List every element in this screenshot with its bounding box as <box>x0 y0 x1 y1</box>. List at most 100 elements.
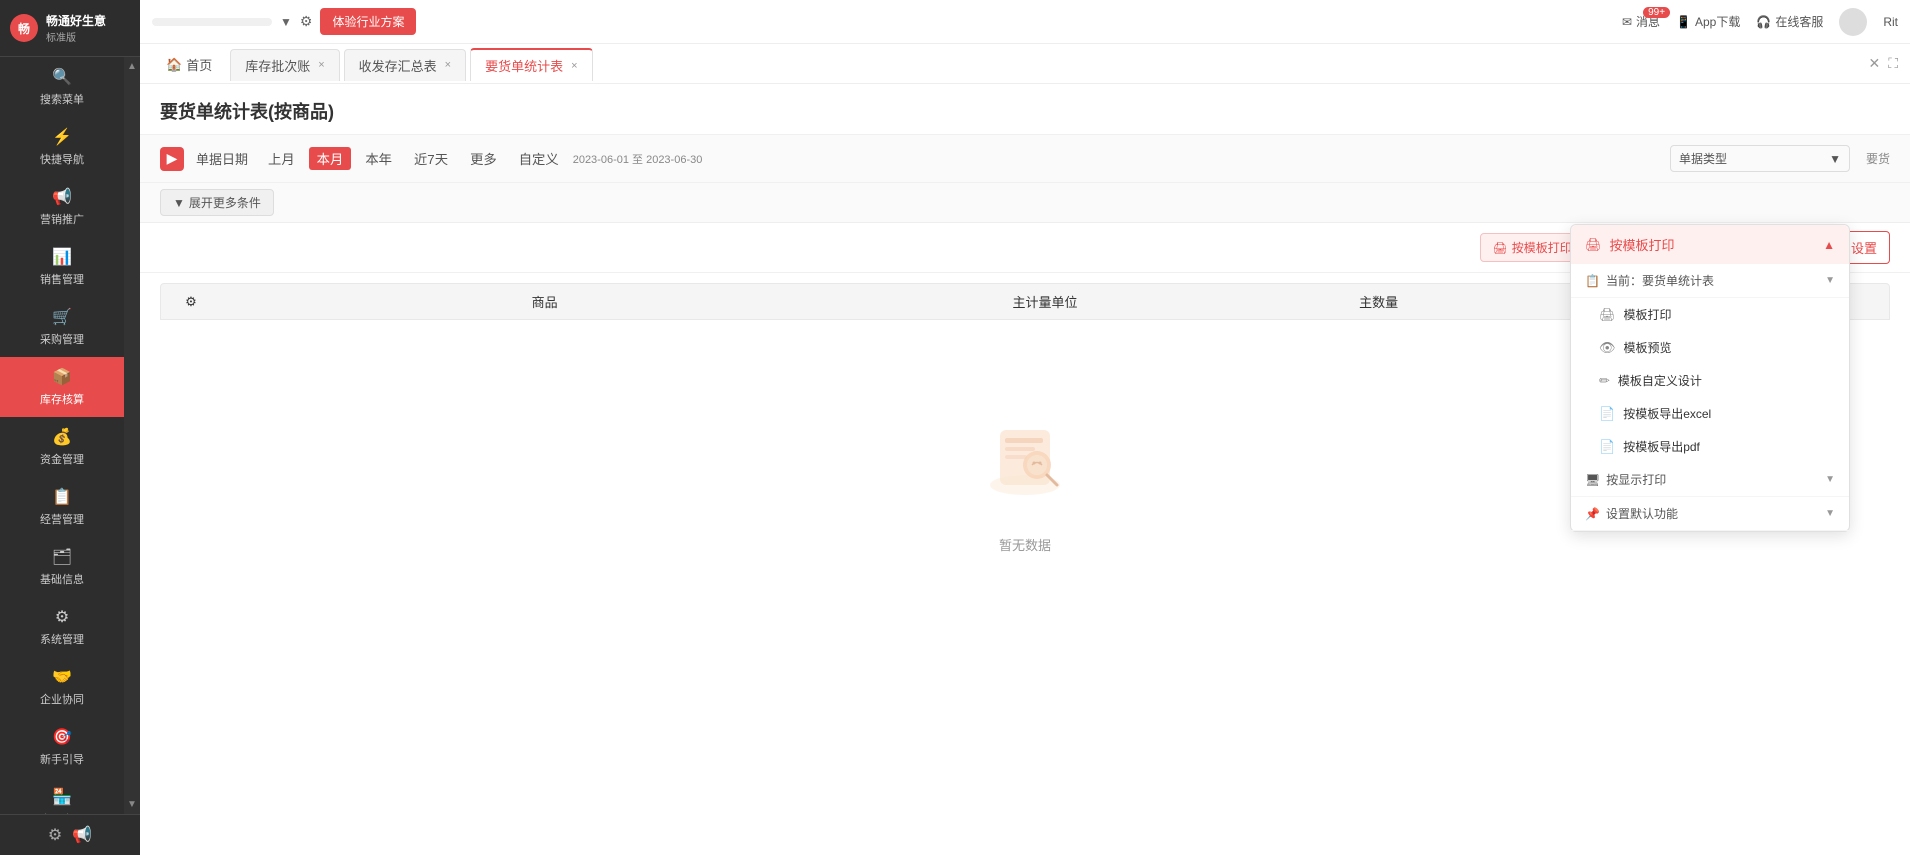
sidebar-item-label: 应用中心 <box>40 811 84 814</box>
sidebar-item-system[interactable]: ⚙ 系统管理 <box>0 597 124 657</box>
default-func-label: 设置默认功能 <box>1606 505 1678 522</box>
dropdown-default-section: 📌 设置默认功能 ▼ <box>1571 497 1849 531</box>
display-chevron-icon: ▼ <box>1825 474 1835 485</box>
tab-receipt-summary[interactable]: 收发存汇总表 × <box>344 49 466 81</box>
sidebar-item-collab[interactable]: 🤝 企业协同 <box>0 657 124 717</box>
message-icon: ✉ <box>1622 15 1632 29</box>
dropdown-item-template-print[interactable]: 🖨 模板打印 <box>1571 298 1849 331</box>
arrow-right-icon: ▶ <box>167 150 178 167</box>
sidebar-item-label: 快捷导航 <box>40 151 84 167</box>
dropdown-default-header[interactable]: 📌 设置默认功能 ▼ <box>1571 497 1849 530</box>
sidebar-item-finance[interactable]: 💰 资金管理 <box>0 417 124 477</box>
tab-batch-account[interactable]: 库存批次账 × <box>230 49 339 81</box>
online-service-label: 在线客服 <box>1775 13 1823 30</box>
sidebar-item-appstore[interactable]: 🏪 应用中心 <box>0 777 124 814</box>
sidebar-item-label: 采购管理 <box>40 331 84 347</box>
tab-batch-label: 库存批次账 <box>245 56 310 75</box>
default-chevron-icon: ▼ <box>1825 508 1835 519</box>
sidebar-item-quick-nav[interactable]: ⚡ 快捷导航 <box>0 117 124 177</box>
marketing-icon: 📢 <box>52 187 72 207</box>
system-icon: ⚙ <box>55 607 69 627</box>
sidebar-item-operations[interactable]: 📋 经营管理 <box>0 477 124 537</box>
sidebar-item-guide[interactable]: 🎯 新手引导 <box>0 717 124 777</box>
industry-btn[interactable]: 体验行业方案 <box>320 8 416 35</box>
template-preview-icon: 👁 <box>1599 340 1616 356</box>
app-name: 畅通好生意 <box>46 12 106 29</box>
app-edition: 标准版 <box>46 29 106 44</box>
close-window-icon[interactable]: ✕ <box>1868 55 1880 72</box>
dropdown-item-export-pdf[interactable]: 📄 按模板导出pdf <box>1571 430 1849 463</box>
dropdown-current-section: 📋 当前：要货单统计表 ▼ <box>1571 264 1849 298</box>
logo-icon: 畅 <box>10 14 38 42</box>
default-func-icon: 📌 <box>1585 507 1600 521</box>
tab-order-label: 要货单统计表 <box>485 56 563 75</box>
chevron-down-icon: ▼ <box>1825 275 1835 286</box>
message-btn[interactable]: ✉ 消息 99+ <box>1622 13 1660 30</box>
tab-actions: ✕ ⛶ <box>1868 55 1898 72</box>
dropdown-header[interactable]: 🖨 按模板打印 ▲ <box>1571 225 1849 264</box>
sidebar-item-purchase[interactable]: 🛒 采购管理 <box>0 297 124 357</box>
sidebar: 畅 畅通好生意 标准版 🔍 搜索菜单 ⚡ 快捷导航 📢 营销推广 📊 销售管理 <box>0 0 140 855</box>
type-select[interactable]: 单据类型 ▼ <box>1670 145 1850 172</box>
dropdown-collapse-btn[interactable]: ▲ <box>1823 238 1835 252</box>
tab-order-close[interactable]: × <box>571 60 577 72</box>
export-excel-label: 按模板导出excel <box>1623 405 1711 422</box>
username: Rit <box>1883 15 1898 29</box>
sidebar-item-label: 销售管理 <box>40 271 84 287</box>
tab-batch-close[interactable]: × <box>318 59 324 71</box>
tab-receipt-close[interactable]: × <box>445 59 451 71</box>
tab-home[interactable]: 🏠 首页 <box>152 49 226 80</box>
speaker-icon[interactable]: 📢 <box>72 825 92 845</box>
date-btn-custom[interactable]: 自定义 <box>511 147 567 170</box>
date-btn-this-year[interactable]: 本年 <box>357 147 400 170</box>
finance-icon: 💰 <box>52 427 72 447</box>
home-icon: 🏠 <box>166 57 182 73</box>
current-label-wrapper: 📋 当前：要货单统计表 <box>1585 272 1714 289</box>
scroll-up-arrow[interactable]: ▲ <box>127 61 137 72</box>
inventory-icon: 📦 <box>52 367 72 387</box>
dropdown-current-header[interactable]: 📋 当前：要货单统计表 ▼ <box>1571 264 1849 297</box>
top-bar-right: ✉ 消息 99+ 📱 App下载 🎧 在线客服 Rit <box>1622 8 1898 36</box>
default-label-wrapper: 📌 设置默认功能 <box>1585 505 1678 522</box>
sidebar-item-label: 企业协同 <box>40 691 84 707</box>
date-btn-7days[interactable]: 近7天 <box>406 147 456 170</box>
filter-toggle-btn[interactable]: ▶ <box>160 147 184 171</box>
sidebar-item-inventory[interactable]: 📦 库存核算 <box>0 357 124 417</box>
date-btn-last-month[interactable]: 上月 <box>260 147 303 170</box>
sidebar-item-sales[interactable]: 📊 销售管理 <box>0 237 124 297</box>
app-download-btn[interactable]: 📱 App下载 <box>1676 13 1740 30</box>
tab-receipt-label: 收发存汇总表 <box>359 56 437 75</box>
sidebar-scrollbar: ▲ ▼ <box>124 57 140 814</box>
dropdown-item-template-design[interactable]: ✏ 模板自定义设计 <box>1571 364 1849 397</box>
gear-icon[interactable]: ⚙ <box>300 13 313 30</box>
sidebar-content: 🔍 搜索菜单 ⚡ 快捷导航 📢 营销推广 📊 销售管理 🛒 采购管理 📦 <box>0 57 140 814</box>
app-download-label: App下载 <box>1695 13 1740 30</box>
avatar[interactable] <box>1839 8 1867 36</box>
sidebar-item-label: 系统管理 <box>40 631 84 647</box>
date-range: 2023-06-01 至 2023-06-30 <box>573 151 703 167</box>
sidebar-item-label: 新手引导 <box>40 751 84 767</box>
template-preview-label: 模板预览 <box>1624 339 1672 356</box>
dropdown-arrow[interactable]: ▼ <box>280 15 292 29</box>
expand-conditions-btn[interactable]: ▼ 展开更多条件 <box>160 189 274 216</box>
sidebar-item-label: 基础信息 <box>40 571 84 587</box>
settings-icon[interactable]: ⚙ <box>48 825 62 845</box>
sidebar-item-search[interactable]: 🔍 搜索菜单 <box>0 57 124 117</box>
dropdown-display-header[interactable]: 🖥 按显示打印 ▼ <box>1571 463 1849 496</box>
scroll-down-arrow[interactable]: ▼ <box>127 799 137 810</box>
sidebar-footer: ⚙ 📢 <box>0 814 140 855</box>
dropdown-item-template-preview[interactable]: 👁 模板预览 <box>1571 331 1849 364</box>
print-label: 按模板打印 <box>1512 239 1572 256</box>
maximize-icon[interactable]: ⛶ <box>1888 55 1898 72</box>
date-btn-more[interactable]: 更多 <box>462 147 505 170</box>
tab-order-stat[interactable]: 要货单统计表 × <box>470 48 592 81</box>
date-btn-this-month[interactable]: 本月 <box>309 147 352 170</box>
online-service-btn[interactable]: 🎧 在线客服 <box>1756 13 1823 30</box>
logo-text-block: 畅通好生意 标准版 <box>46 12 106 44</box>
th-gear[interactable]: ⚙ <box>171 294 211 310</box>
sidebar-item-basics[interactable]: 🗂 基础信息 <box>0 537 124 597</box>
dropdown-item-export-excel[interactable]: 📄 按模板导出excel <box>1571 397 1849 430</box>
sidebar-item-marketing[interactable]: 📢 营销推广 <box>0 177 124 237</box>
template-design-label: 模板自定义设计 <box>1618 372 1702 389</box>
th-unit: 主计量单位 <box>878 292 1212 311</box>
